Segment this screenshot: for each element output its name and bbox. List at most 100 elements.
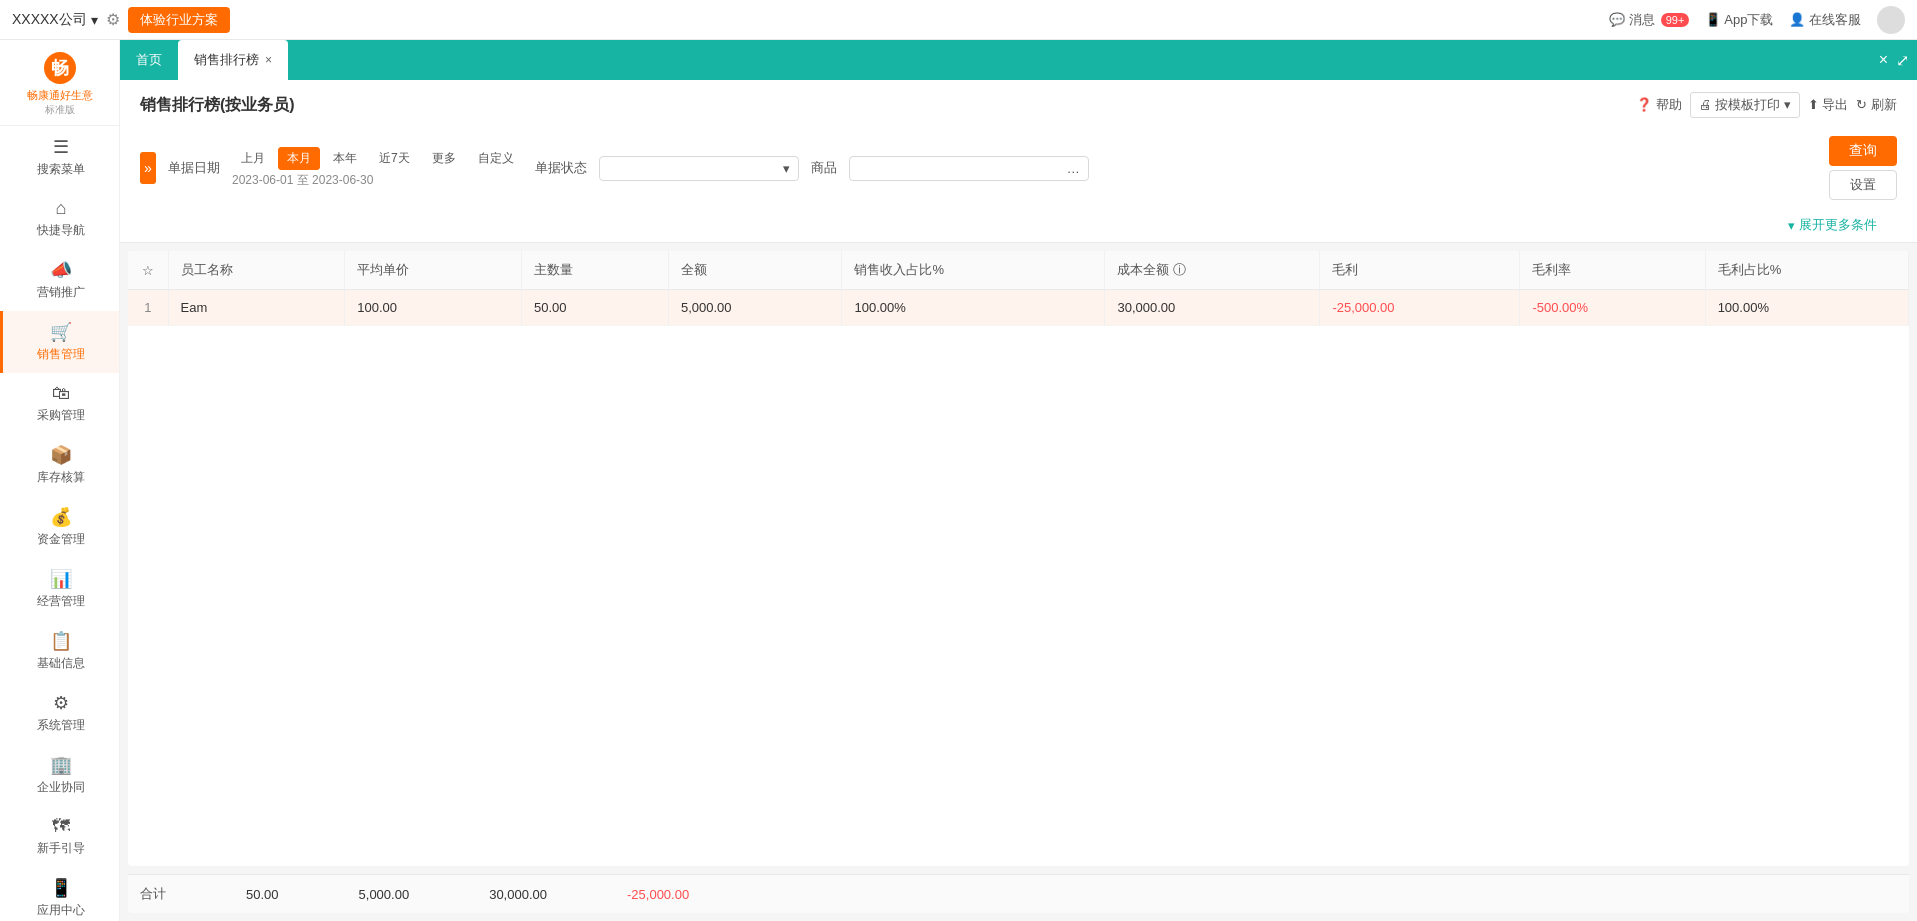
finance-icon: 💰 <box>50 506 72 528</box>
cell-profit-rate: -500.00% <box>1520 290 1705 326</box>
sidebar-item-label: 营销推广 <box>37 284 85 301</box>
query-actions: 查询 设置 <box>1829 136 1897 200</box>
sidebar-item-label: 资金管理 <box>37 531 85 548</box>
export-button[interactable]: ⬆ 导出 <box>1808 96 1849 114</box>
tab-bar-right: × ⤢ <box>1879 51 1917 70</box>
col-profit-pct: 毛利占比% <box>1705 251 1908 290</box>
purchase-icon: 🛍 <box>52 383 70 404</box>
page-title-row: 销售排行榜(按业务员) ❓ 帮助 🖨 按模板打印 ▾ ⬆ 导出 ↻ 刷新 <box>140 92 1897 118</box>
query-btn-group: 查询 设置 <box>1829 136 1897 200</box>
tab-close-button[interactable]: × <box>265 53 272 67</box>
system-icon: ⚙ <box>53 692 69 714</box>
table-row: 1 Eam 100.00 50.00 5,000.00 100.00% 30,0… <box>128 290 1909 326</box>
sidebar-logo: 畅 畅康通好生意 标准版 <box>0 40 119 126</box>
tab-minimize-icon[interactable]: × <box>1879 51 1888 69</box>
sidebar-item-operations[interactable]: 📊 经营管理 <box>0 558 119 620</box>
company-name: XXXXX公司 <box>12 11 87 29</box>
tab-sales-ranking[interactable]: 销售排行榜 × <box>178 40 288 80</box>
date-last-month-btn[interactable]: 上月 <box>232 147 274 170</box>
sidebar-item-collab[interactable]: 🏢 企业协同 <box>0 744 119 806</box>
refresh-button[interactable]: ↻ 刷新 <box>1856 96 1897 114</box>
sidebar-item-inventory[interactable]: 📦 库存核算 <box>0 434 119 496</box>
svg-text:畅: 畅 <box>51 58 69 78</box>
home-icon: ⌂ <box>56 198 67 219</box>
date-more-btn[interactable]: 更多 <box>423 147 465 170</box>
sidebar-item-guide[interactable]: 🗺 新手引导 <box>0 806 119 867</box>
cell-sales-pct: 100.00% <box>842 290 1105 326</box>
tab-home-label: 首页 <box>136 51 162 69</box>
sidebar-item-marketing[interactable]: 📣 营销推广 <box>0 249 119 311</box>
logo-text: 畅康通好生意 <box>27 88 93 103</box>
inventory-icon: 📦 <box>50 444 72 466</box>
app-download-button[interactable]: 📱 App下载 <box>1705 11 1773 29</box>
col-qty: 主数量 <box>522 251 669 290</box>
sidebar-item-label: 系统管理 <box>37 717 85 734</box>
date-custom-btn[interactable]: 自定义 <box>469 147 523 170</box>
page-title: 销售排行榜(按业务员) <box>140 95 295 116</box>
sidebar-item-basic[interactable]: 📋 基础信息 <box>0 620 119 682</box>
sidebar-item-label: 新手引导 <box>37 840 85 857</box>
collab-icon: 🏢 <box>50 754 72 776</box>
tab-maximize-icon[interactable]: ⤢ <box>1896 51 1909 70</box>
chevron-down-icon: ▾ <box>783 161 790 176</box>
apps-icon: 📱 <box>50 877 72 899</box>
sidebar-item-search[interactable]: ☰ 搜索菜单 <box>0 126 119 188</box>
print-button[interactable]: 🖨 按模板打印 ▾ <box>1690 92 1800 118</box>
cell-cost: 30,000.00 <box>1105 290 1320 326</box>
cell-qty: 50.00 <box>522 290 669 326</box>
date-current-month-btn[interactable]: 本月 <box>278 147 320 170</box>
avatar[interactable] <box>1877 6 1905 34</box>
chevron-down-icon: ▾ <box>91 12 98 28</box>
tab-home[interactable]: 首页 <box>120 40 178 80</box>
page-content: 销售排行榜(按业务员) ❓ 帮助 🖨 按模板打印 ▾ ⬆ 导出 ↻ 刷新 » 单… <box>120 80 1917 921</box>
filter-collapse-icon[interactable]: » <box>140 152 156 184</box>
sidebar-item-label: 采购管理 <box>37 407 85 424</box>
marketing-icon: 📣 <box>50 259 72 281</box>
col-profit: 毛利 <box>1320 251 1520 290</box>
footer-cost: 30,000.00 <box>489 887 547 902</box>
sidebar-item-system[interactable]: ⚙ 系统管理 <box>0 682 119 744</box>
logo-sub: 标准版 <box>45 103 75 117</box>
sidebar-item-label: 企业协同 <box>37 779 85 796</box>
company-selector[interactable]: XXXXX公司 ▾ <box>12 11 98 29</box>
cell-profit-pct: 100.00% <box>1705 290 1908 326</box>
date-filter-label: 单据日期 <box>168 159 220 177</box>
sidebar-item-purchase[interactable]: 🛍 采购管理 <box>0 373 119 434</box>
content-area: 首页 销售排行榜 × × ⤢ 销售排行榜(按业务员) ❓ 帮助 🖨 按模板打印 … <box>120 40 1917 921</box>
goods-filter-input[interactable]: … <box>849 156 1089 181</box>
settings-icon[interactable]: ⚙ <box>106 10 120 29</box>
cell-amount: 5,000.00 <box>668 290 842 326</box>
footer-amount: 5,000.00 <box>359 887 410 902</box>
filter-area: » 单据日期 上月 本月 本年 近7天 更多 自定义 2023-06 <box>140 126 1897 242</box>
expand-conditions-button[interactable]: ▾ 展开更多条件 <box>1788 216 1877 234</box>
trial-button[interactable]: 体验行业方案 <box>128 7 230 33</box>
table-footer: 合计 50.00 5,000.00 30,000.00 -25,000.00 <box>128 874 1909 913</box>
settings-button[interactable]: 设置 <box>1829 170 1897 200</box>
date-last7-btn[interactable]: 近7天 <box>370 147 419 170</box>
sidebar-item-label: 应用中心 <box>37 902 85 919</box>
date-range-text: 2023-06-01 至 2023-06-30 <box>232 172 523 189</box>
online-service-button[interactable]: 👤 在线客服 <box>1789 11 1861 29</box>
message-button[interactable]: 💬 消息 99+ <box>1609 11 1689 29</box>
date-current-year-btn[interactable]: 本年 <box>324 147 366 170</box>
query-button[interactable]: 查询 <box>1829 136 1897 166</box>
top-right-actions: 💬 消息 99+ 📱 App下载 👤 在线客服 <box>1609 6 1905 34</box>
status-filter-label: 单据状态 <box>535 159 587 177</box>
sidebar-item-sales[interactable]: 🛒 销售管理 <box>0 311 119 373</box>
table-area: ☆ 员工名称 平均单价 主数量 全额 销售收入占比% 成本全额 ⓘ 毛利 毛利率… <box>120 243 1917 921</box>
footer-label: 合计 <box>140 885 166 903</box>
chevron-down-icon: ▾ <box>1788 218 1795 233</box>
sidebar-item-label: 经营管理 <box>37 593 85 610</box>
sidebar-item-finance[interactable]: 💰 资金管理 <box>0 496 119 558</box>
sidebar-item-quick[interactable]: ⌂ 快捷导航 <box>0 188 119 249</box>
col-sales-pct: 销售收入占比% <box>842 251 1105 290</box>
sidebar-item-apps[interactable]: 📱 应用中心 <box>0 867 119 921</box>
top-bar: XXXXX公司 ▾ ⚙ 体验行业方案 💬 消息 99+ 📱 App下载 👤 在线… <box>0 0 1917 40</box>
filter-row-1: » 单据日期 上月 本月 本年 近7天 更多 自定义 2023-06 <box>140 126 1897 210</box>
sidebar-item-label: 快捷导航 <box>37 222 85 239</box>
search-menu-icon: ☰ <box>53 136 69 158</box>
date-buttons: 上月 本月 本年 近7天 更多 自定义 <box>232 147 523 170</box>
help-button[interactable]: ❓ 帮助 <box>1636 96 1682 114</box>
status-filter-select[interactable]: ▾ <box>599 156 799 181</box>
cell-index: 1 <box>128 290 168 326</box>
